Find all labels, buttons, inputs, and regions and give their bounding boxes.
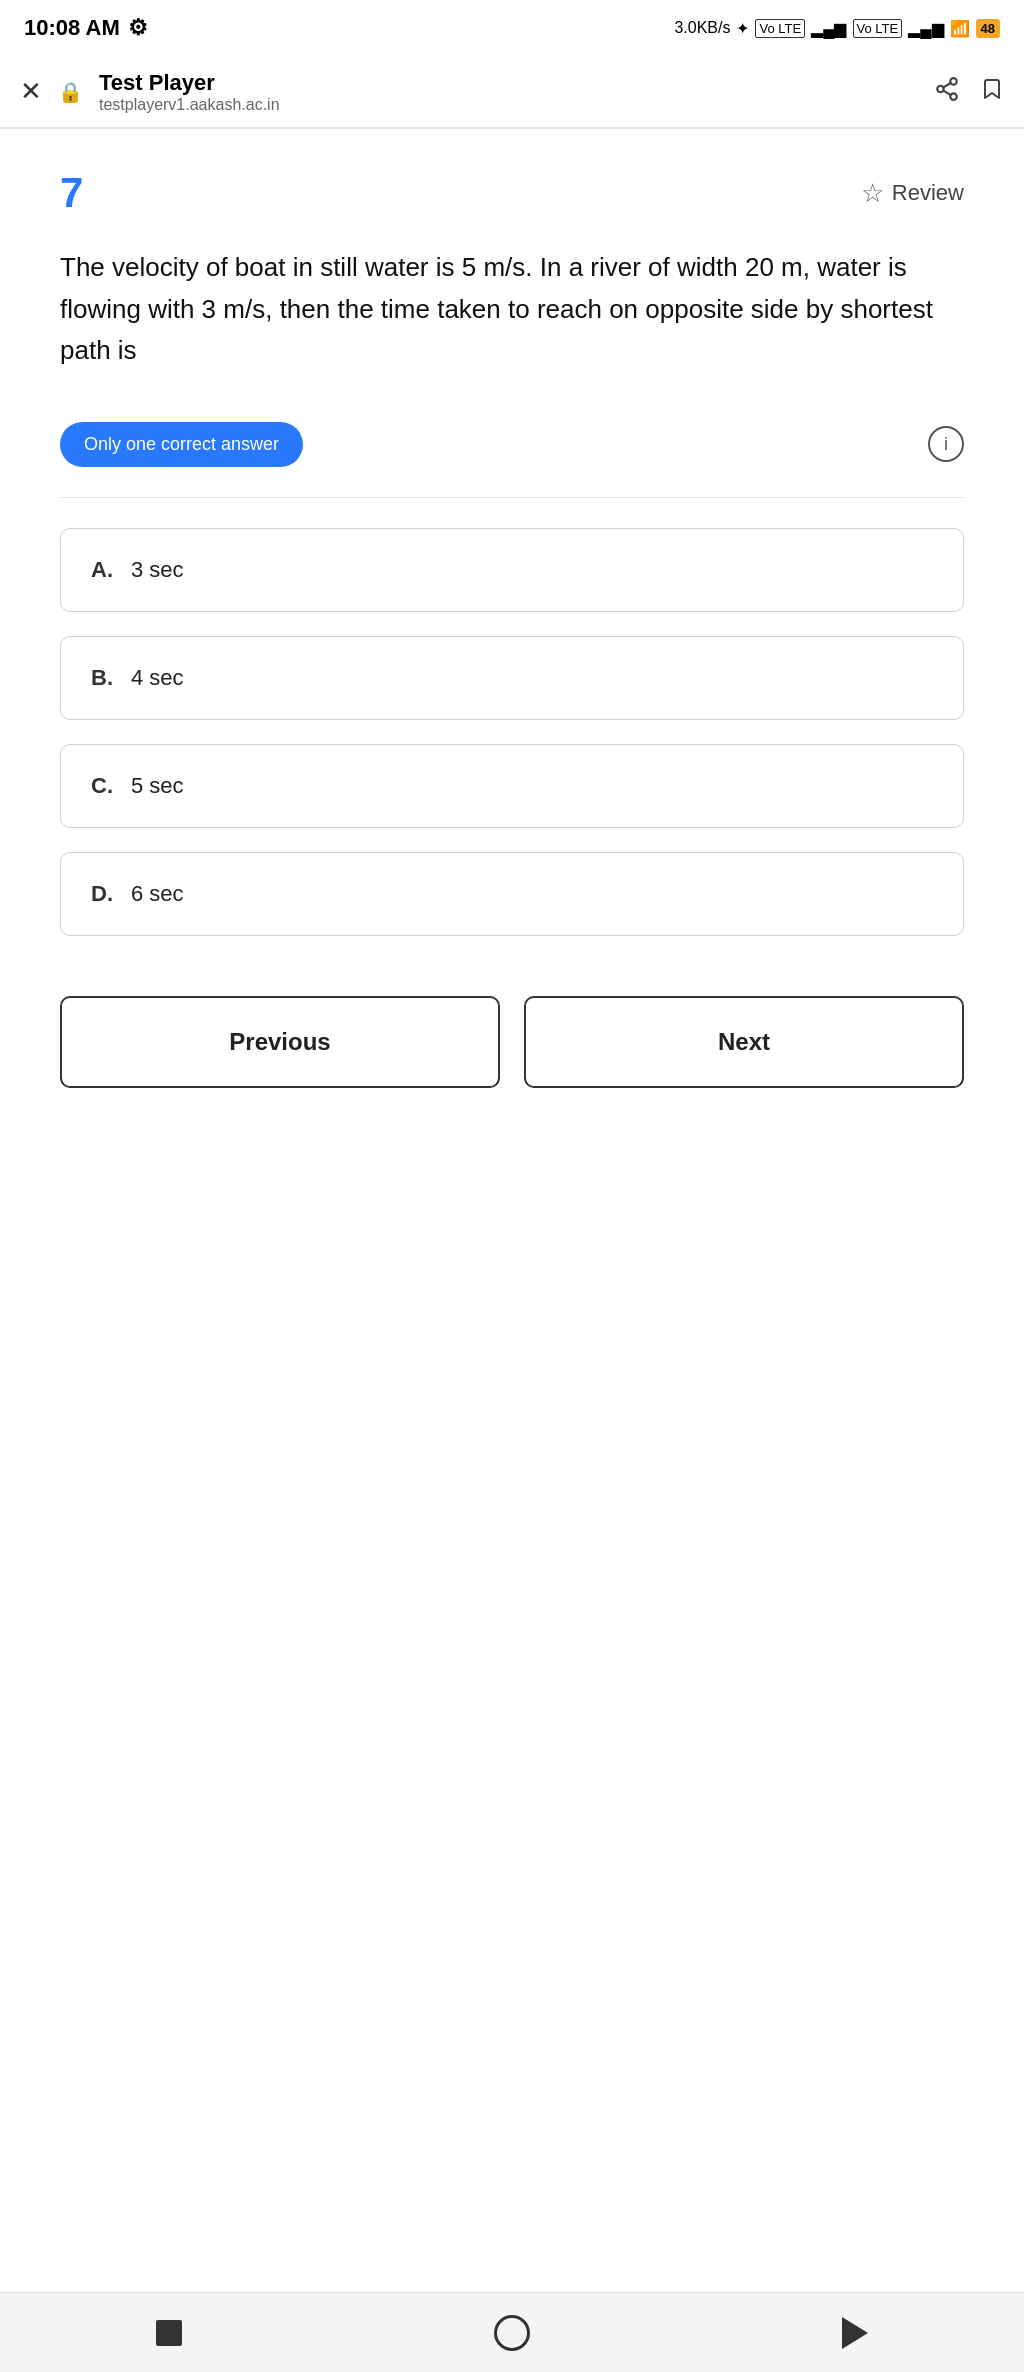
bluetooth-icon: ✦ bbox=[736, 19, 749, 38]
option-b[interactable]: B. 4 sec bbox=[60, 636, 964, 720]
android-back-button[interactable] bbox=[842, 2317, 868, 2349]
status-time: 10:08 AM bbox=[24, 15, 120, 41]
signal-icon: ▂▄▆ bbox=[811, 19, 846, 38]
option-b-text: 4 sec bbox=[131, 665, 184, 691]
lte-icon: Vo LTE bbox=[755, 19, 805, 38]
browser-close-icon[interactable]: ✕ bbox=[20, 76, 42, 107]
question-header: 7 ☆ Review bbox=[60, 169, 964, 217]
question-text: The velocity of boat in still water is 5… bbox=[60, 247, 964, 372]
bottom-nav-bar bbox=[0, 2292, 1024, 2372]
back-icon bbox=[842, 2317, 868, 2349]
svg-line-4 bbox=[943, 83, 950, 87]
review-label: Review bbox=[892, 180, 964, 206]
status-right: 3.0KB/s ✦ Vo LTE ▂▄▆ Vo LTE ▂▄▆ 📶 48 bbox=[674, 19, 1000, 38]
option-c-text: 5 sec bbox=[131, 773, 184, 799]
android-home-button[interactable] bbox=[494, 2315, 530, 2351]
square-icon bbox=[156, 2320, 182, 2346]
status-bar: 10:08 AM ⚙ 3.0KB/s ✦ Vo LTE ▂▄▆ Vo LTE ▂… bbox=[0, 0, 1024, 56]
circle-icon bbox=[494, 2315, 530, 2351]
gear-icon: ⚙ bbox=[128, 15, 148, 41]
options-divider bbox=[60, 497, 964, 498]
browser-actions bbox=[934, 76, 1004, 108]
info-icon-text: i bbox=[944, 434, 948, 455]
wifi-icon: 📶 bbox=[950, 19, 970, 38]
previous-button[interactable]: Previous bbox=[60, 996, 500, 1088]
browser-title-block: Test Player testplayerv1.aakash.ac.in bbox=[99, 70, 918, 114]
review-button[interactable]: ☆ Review bbox=[861, 178, 964, 209]
answer-type-row: Only one correct answer i bbox=[60, 422, 964, 467]
answer-type-badge: Only one correct answer bbox=[60, 422, 303, 467]
option-a-label: A. bbox=[91, 557, 131, 583]
main-content: 7 ☆ Review The velocity of boat in still… bbox=[0, 129, 1024, 1188]
option-b-label: B. bbox=[91, 665, 131, 691]
battery-badge: 48 bbox=[976, 19, 1000, 38]
lte-icon-2: Vo LTE bbox=[853, 19, 903, 38]
status-left: 10:08 AM ⚙ bbox=[24, 15, 148, 41]
option-d-label: D. bbox=[91, 881, 131, 907]
option-a-text: 3 sec bbox=[131, 557, 184, 583]
options-list: A. 3 sec B. 4 sec C. 5 sec D. 6 sec bbox=[60, 528, 964, 936]
svg-line-3 bbox=[943, 90, 950, 94]
next-button[interactable]: Next bbox=[524, 996, 964, 1088]
info-icon[interactable]: i bbox=[928, 426, 964, 462]
browser-bar: ✕ 🔒 Test Player testplayerv1.aakash.ac.i… bbox=[0, 56, 1024, 128]
option-d[interactable]: D. 6 sec bbox=[60, 852, 964, 936]
network-speed: 3.0KB/s bbox=[674, 19, 730, 37]
nav-buttons: Previous Next bbox=[60, 996, 964, 1088]
android-square-button[interactable] bbox=[156, 2320, 182, 2346]
share-icon[interactable] bbox=[934, 76, 960, 108]
option-c-label: C. bbox=[91, 773, 131, 799]
browser-url: testplayerv1.aakash.ac.in bbox=[99, 96, 918, 114]
option-a[interactable]: A. 3 sec bbox=[60, 528, 964, 612]
option-d-text: 6 sec bbox=[131, 881, 184, 907]
bookmark-icon[interactable] bbox=[980, 76, 1004, 108]
lock-icon: 🔒 bbox=[58, 80, 83, 104]
signal-icon-2: ▂▄▆ bbox=[908, 19, 943, 38]
option-c[interactable]: C. 5 sec bbox=[60, 744, 964, 828]
star-icon: ☆ bbox=[861, 178, 884, 209]
question-number: 7 bbox=[60, 169, 83, 217]
browser-title: Test Player bbox=[99, 70, 918, 96]
